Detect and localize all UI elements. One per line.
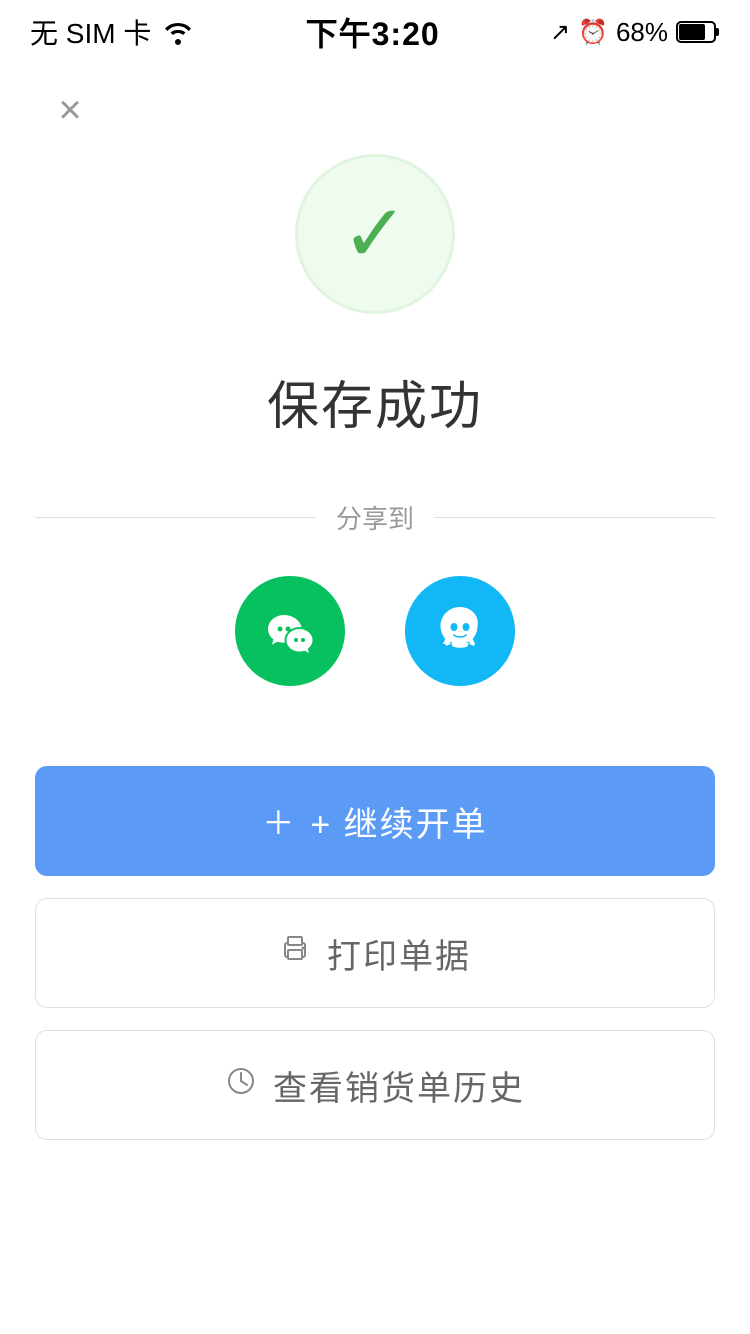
history-label: 查看销货单历史 bbox=[273, 1061, 525, 1110]
status-bar: 无 SIM 卡 下午3:20 ↗ ⏰ 68% bbox=[0, 0, 750, 64]
battery-text: 68% bbox=[616, 17, 668, 48]
wifi-icon bbox=[161, 19, 195, 45]
close-button[interactable]: × bbox=[40, 80, 100, 140]
checkmark-icon: ✓ bbox=[341, 194, 408, 274]
status-right: ↗ ⏰ 68% bbox=[550, 17, 720, 48]
success-title: 保存成功 bbox=[267, 364, 483, 439]
qq-icon bbox=[428, 599, 493, 664]
printer-icon bbox=[279, 933, 311, 973]
action-buttons: ＋ + 继续开单 打印单据 bbox=[35, 766, 715, 1162]
share-icons bbox=[235, 576, 515, 686]
divider-left bbox=[35, 517, 316, 518]
plus-icon: ＋ bbox=[262, 798, 294, 844]
wechat-share-button[interactable] bbox=[235, 576, 345, 686]
status-time: 下午3:20 bbox=[306, 9, 440, 55]
close-icon: × bbox=[58, 90, 81, 130]
divider-right bbox=[434, 517, 715, 518]
continue-label: + 继续开单 bbox=[310, 797, 487, 846]
success-circle: ✓ bbox=[295, 154, 455, 314]
clock-icon bbox=[225, 1065, 257, 1105]
location-icon: ↗ bbox=[550, 18, 570, 47]
main-content: ✓ 保存成功 分享到 bbox=[0, 64, 750, 1162]
qq-share-button[interactable] bbox=[405, 576, 515, 686]
history-button[interactable]: 查看销货单历史 bbox=[35, 1030, 715, 1140]
battery-icon bbox=[676, 21, 720, 43]
share-label: 分享到 bbox=[336, 499, 414, 536]
print-label: 打印单据 bbox=[327, 929, 471, 978]
print-button[interactable]: 打印单据 bbox=[35, 898, 715, 1008]
status-left: 无 SIM 卡 bbox=[30, 12, 195, 52]
continue-button[interactable]: ＋ + 继续开单 bbox=[35, 766, 715, 876]
share-divider: 分享到 bbox=[35, 499, 715, 536]
wechat-icon bbox=[258, 599, 323, 664]
alarm-icon: ⏰ bbox=[578, 18, 608, 47]
carrier-text: 无 SIM 卡 bbox=[30, 12, 151, 52]
